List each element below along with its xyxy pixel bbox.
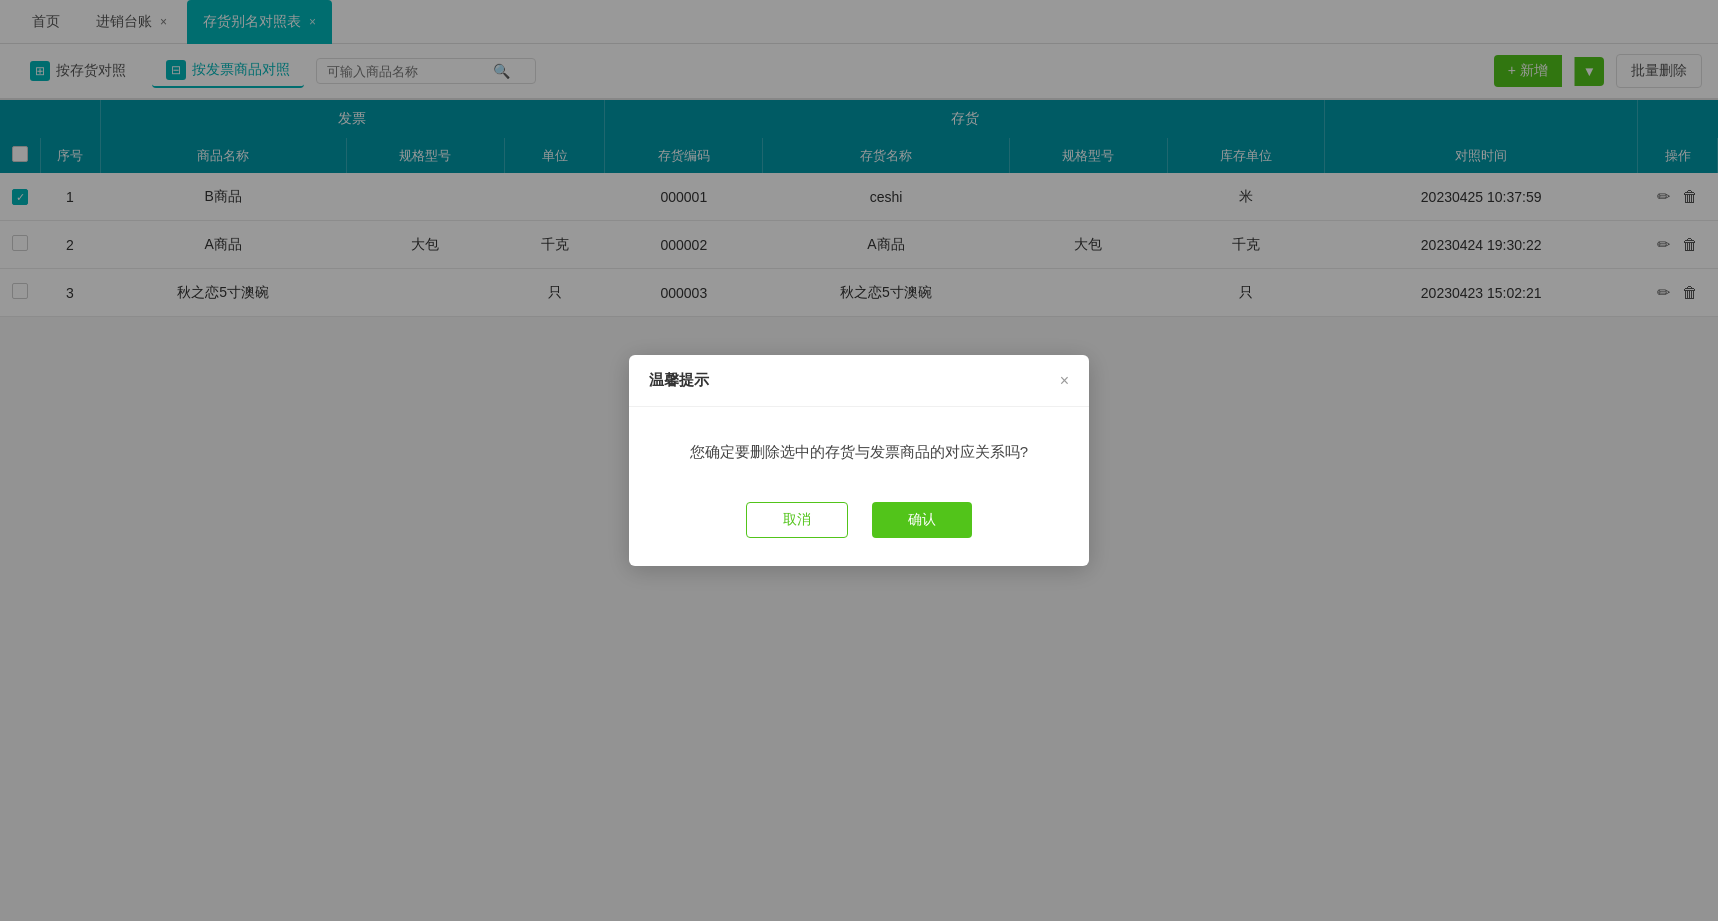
dialog-overlay: 温馨提示 × 您确定要删除选中的存货与发票商品的对应关系吗? 取消 确认 <box>0 0 1718 317</box>
